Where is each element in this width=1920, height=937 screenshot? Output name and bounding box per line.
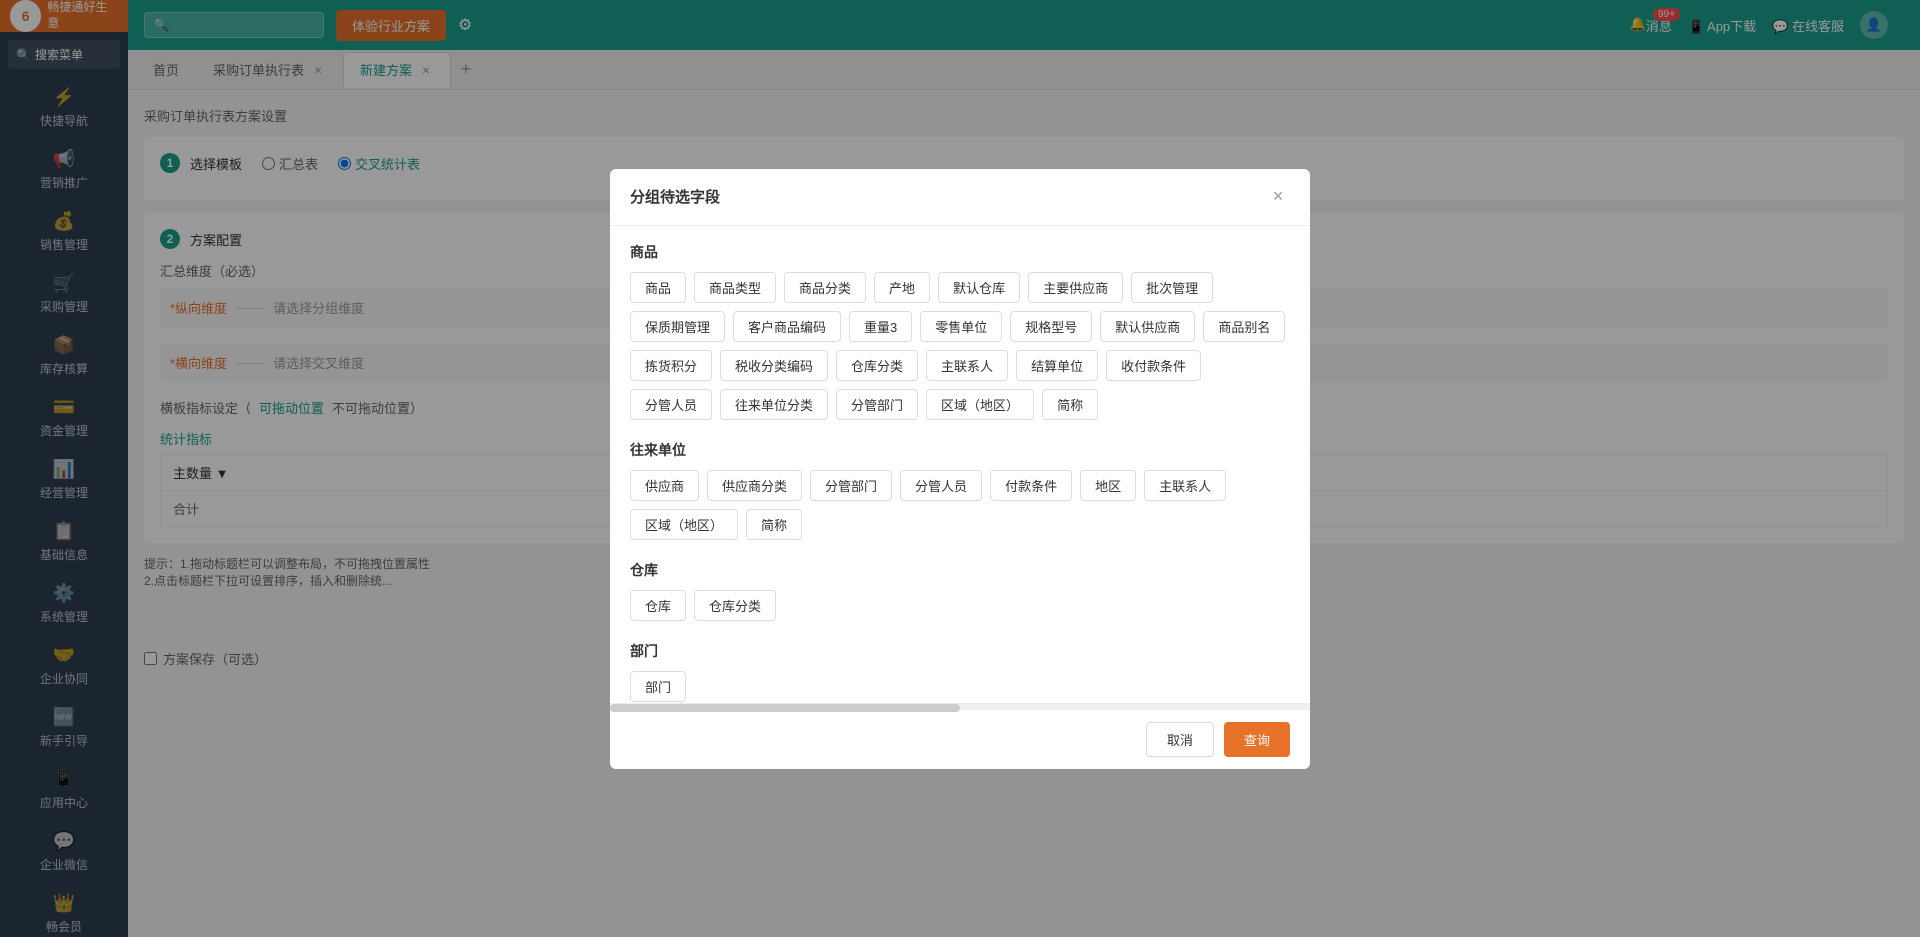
field-tag[interactable]: 商品分类 [784, 272, 866, 303]
modal-header: 分组待选字段 × [610, 169, 1310, 226]
section-warehouse-title: 仓库 [630, 560, 1290, 580]
field-tag[interactable]: 商品类型 [694, 272, 776, 303]
modal-overlay: 分组待选字段 × 商品 商品商品类型商品分类产地默认仓库主要供应商批次管理保质期… [0, 0, 1920, 937]
field-tag[interactable]: 规格型号 [1010, 311, 1092, 342]
section-partner: 往来单位 供应商供应商分类分管部门分管人员付款条件地区主联系人区域（地区） 简称 [630, 440, 1290, 540]
section-warehouse: 仓库 仓库仓库分类 [630, 560, 1290, 621]
field-tag[interactable]: 主联系人 [926, 350, 1008, 381]
section-department: 部门 部门 [630, 641, 1290, 702]
field-tag[interactable]: 主联系人 [1144, 470, 1226, 501]
modal-body[interactable]: 商品 商品商品类型商品分类产地默认仓库主要供应商批次管理保质期管理客户商品编码重… [610, 226, 1310, 704]
partner-field-tags: 供应商供应商分类分管部门分管人员付款条件地区主联系人区域（地区） 简称 [630, 470, 1290, 540]
section-goods-title: 商品 [630, 242, 1290, 262]
field-tag[interactable]: 部门 [630, 671, 686, 702]
field-tag[interactable]: 默认仓库 [938, 272, 1020, 303]
field-tag[interactable]: 税收分类编码 [720, 350, 828, 381]
field-tag[interactable]: 商品 [630, 272, 686, 303]
modal-close-button[interactable]: × [1266, 185, 1290, 209]
field-tag[interactable]: 拣货积分 [630, 350, 712, 381]
field-tag[interactable]: 付款条件 [990, 470, 1072, 501]
field-tag[interactable]: 供应商 [630, 470, 699, 501]
section-partner-title: 往来单位 [630, 440, 1290, 460]
field-tag[interactable]: 收付款条件 [1106, 350, 1201, 381]
department-field-tags: 部门 [630, 671, 1290, 702]
modal-hscrollbar[interactable] [610, 703, 1310, 709]
field-tag[interactable]: 分管部门 [810, 470, 892, 501]
field-tag[interactable]: 供应商分类 [707, 470, 802, 501]
field-tag[interactable]: 仓库 [630, 590, 686, 621]
field-tag[interactable]: 商品别名 [1203, 311, 1285, 342]
field-tag[interactable]: 仓库分类 [694, 590, 776, 621]
field-tag[interactable]: 零售单位 [920, 311, 1002, 342]
field-tag[interactable]: 往来单位分类 [720, 389, 828, 420]
confirm-button[interactable]: 查询 [1224, 722, 1290, 757]
modal-title: 分组待选字段 [630, 186, 720, 207]
field-selection-modal: 分组待选字段 × 商品 商品商品类型商品分类产地默认仓库主要供应商批次管理保质期… [610, 169, 1310, 769]
field-tag[interactable]: 地区 [1080, 470, 1136, 501]
section-goods: 商品 商品商品类型商品分类产地默认仓库主要供应商批次管理保质期管理客户商品编码重… [630, 242, 1290, 420]
field-tag[interactable]: 区域（地区） [630, 509, 738, 540]
modal-footer: 取消 查询 [610, 709, 1310, 769]
hscroll-thumb[interactable] [610, 704, 960, 712]
field-tag[interactable]: 产地 [874, 272, 930, 303]
field-tag[interactable]: 区域（地区） [926, 389, 1034, 420]
field-tag[interactable]: 分管人员 [900, 470, 982, 501]
warehouse-field-tags: 仓库仓库分类 [630, 590, 1290, 621]
field-tag[interactable]: 分管人员 [630, 389, 712, 420]
section-department-title: 部门 [630, 641, 1290, 661]
field-tag[interactable]: 分管部门 [836, 389, 918, 420]
field-tag[interactable]: 结算单位 [1016, 350, 1098, 381]
goods-field-tags: 商品商品类型商品分类产地默认仓库主要供应商批次管理保质期管理客户商品编码重量3 零… [630, 272, 1290, 420]
field-tag[interactable]: 简称 [746, 509, 802, 540]
field-tag[interactable]: 保质期管理 [630, 311, 725, 342]
field-tag[interactable]: 默认供应商 [1100, 311, 1195, 342]
field-tag[interactable]: 客户商品编码 [733, 311, 841, 342]
field-tag[interactable]: 主要供应商 [1028, 272, 1123, 303]
cancel-button[interactable]: 取消 [1146, 722, 1214, 757]
field-tag[interactable]: 仓库分类 [836, 350, 918, 381]
field-tag[interactable]: 重量3 [849, 311, 912, 342]
field-tag[interactable]: 简称 [1042, 389, 1098, 420]
field-tag[interactable]: 批次管理 [1131, 272, 1213, 303]
